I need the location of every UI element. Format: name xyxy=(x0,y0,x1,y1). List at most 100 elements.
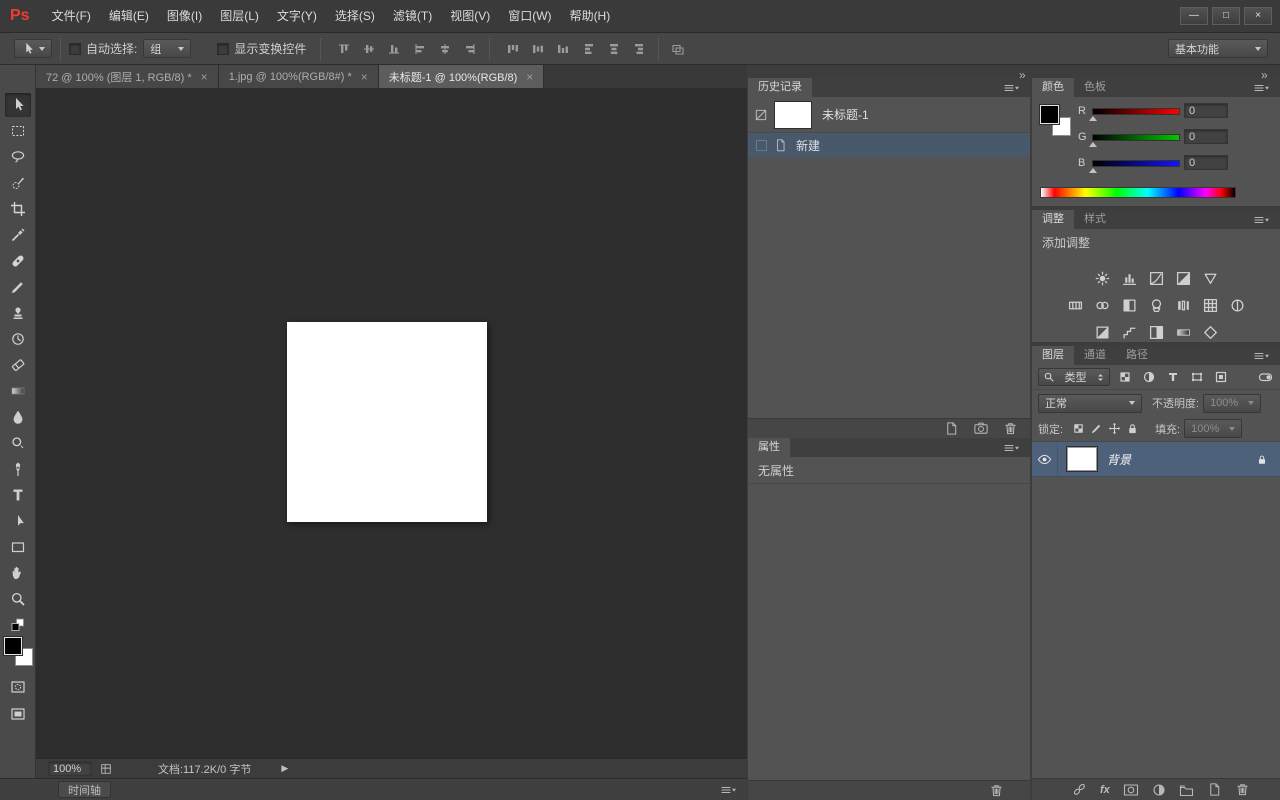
blur-tool[interactable] xyxy=(5,405,31,429)
history-source-checkbox[interactable] xyxy=(756,139,767,151)
close-tab-icon[interactable]: × xyxy=(201,71,208,83)
threshold-icon[interactable] xyxy=(1147,324,1165,340)
auto-align-button[interactable] xyxy=(667,38,689,60)
tool-preset-picker[interactable] xyxy=(14,39,52,58)
slider-thumb[interactable] xyxy=(1089,142,1097,147)
layer-thumbnail[interactable] xyxy=(1067,447,1097,471)
channel-b-value[interactable]: 0 xyxy=(1184,155,1228,170)
history-snapshot-row[interactable]: 未标题-1 xyxy=(748,97,1030,133)
tab-adjustments[interactable]: 调整 xyxy=(1032,210,1074,229)
channel-r-value[interactable]: 0 xyxy=(1184,103,1228,118)
clone-stamp-tool[interactable] xyxy=(5,301,31,325)
delete-button[interactable] xyxy=(989,783,1004,798)
path-selection-tool[interactable] xyxy=(5,509,31,533)
filter-pixel-layers-icon[interactable] xyxy=(1116,368,1134,386)
invert-icon[interactable] xyxy=(1093,324,1111,340)
photo-filter-icon[interactable] xyxy=(1147,297,1165,313)
adjustment-icon[interactable] xyxy=(1228,297,1246,313)
zoom-level-input[interactable]: 100% xyxy=(48,761,92,776)
filter-toggle-icon[interactable] xyxy=(1256,368,1274,386)
selective-color-icon[interactable] xyxy=(1201,324,1219,340)
eyedropper-tool[interactable] xyxy=(5,223,31,247)
auto-select-scope-dropdown[interactable]: 组 xyxy=(143,39,192,58)
levels-icon[interactable] xyxy=(1120,270,1138,286)
menu-help[interactable]: 帮助(H) xyxy=(561,0,620,33)
vibrance-icon[interactable] xyxy=(1201,270,1219,286)
zoom-tool[interactable] xyxy=(5,587,31,611)
slider-thumb[interactable] xyxy=(1089,116,1097,121)
menu-edit[interactable]: 编辑(E) xyxy=(100,0,158,33)
close-tab-icon[interactable]: × xyxy=(361,71,368,83)
layer-row-background[interactable]: 背景 xyxy=(1032,442,1280,477)
foreground-color-swatch[interactable] xyxy=(1040,105,1059,124)
hand-tool[interactable] xyxy=(5,561,31,585)
move-tool[interactable] xyxy=(5,93,31,117)
add-layer-mask-button[interactable] xyxy=(1123,783,1139,797)
status-menu-arrow-icon[interactable]: ▶ xyxy=(281,763,288,774)
new-layer-button[interactable] xyxy=(1207,782,1222,797)
document-tab-2[interactable]: 1.jpg @ 100%(RGB/8#) * × xyxy=(218,65,379,88)
menu-window[interactable]: 窗口(W) xyxy=(499,0,560,33)
filter-type-layers-icon[interactable] xyxy=(1164,368,1182,386)
channel-r-slider[interactable] xyxy=(1092,108,1180,115)
channel-mixer-icon[interactable] xyxy=(1174,297,1192,313)
distribute-left-edges-button[interactable] xyxy=(578,38,600,60)
distribute-right-edges-button[interactable] xyxy=(628,38,650,60)
minimize-button[interactable]: — xyxy=(1180,7,1208,25)
blend-mode-dropdown[interactable]: 正常 xyxy=(1038,393,1142,413)
tab-timeline[interactable]: 时间轴 xyxy=(58,781,111,798)
filter-adjustment-layers-icon[interactable] xyxy=(1140,368,1158,386)
tab-paths[interactable]: 路径 xyxy=(1116,346,1158,365)
distribute-horizontal-centers-button[interactable] xyxy=(603,38,625,60)
close-button[interactable]: × xyxy=(1244,7,1272,25)
align-bottom-edges-button[interactable] xyxy=(383,38,405,60)
history-source-icon[interactable] xyxy=(748,108,774,122)
new-snapshot-button[interactable] xyxy=(973,421,989,436)
quick-selection-tool[interactable] xyxy=(5,171,31,195)
panel-menu-icon[interactable] xyxy=(721,785,737,795)
workspace-switcher[interactable]: 基本功能 xyxy=(1168,39,1268,58)
lasso-tool[interactable] xyxy=(5,145,31,169)
delete-layer-button[interactable] xyxy=(1235,782,1250,797)
channel-g-slider[interactable] xyxy=(1092,134,1180,141)
tab-layers[interactable]: 图层 xyxy=(1032,346,1074,365)
channel-g-value[interactable]: 0 xyxy=(1184,129,1228,144)
exposure-icon[interactable] xyxy=(1174,270,1192,286)
link-layers-button[interactable] xyxy=(1072,782,1087,797)
filter-smart-objects-icon[interactable] xyxy=(1212,368,1230,386)
panel-menu-icon[interactable] xyxy=(1254,351,1270,361)
color-spectrum-ramp[interactable] xyxy=(1040,187,1236,198)
gradient-tool[interactable] xyxy=(5,379,31,403)
filter-shape-layers-icon[interactable] xyxy=(1188,368,1206,386)
tab-history[interactable]: 历史记录 xyxy=(748,78,812,97)
distribute-vertical-centers-button[interactable] xyxy=(527,38,549,60)
history-step-new[interactable]: 新建 xyxy=(748,133,1030,157)
show-transform-checkbox[interactable] xyxy=(217,42,230,55)
menu-image[interactable]: 图像(I) xyxy=(158,0,211,33)
lock-transparency-icon[interactable] xyxy=(1069,421,1087,437)
auto-select-checkbox[interactable] xyxy=(69,42,81,55)
crop-tool[interactable] xyxy=(5,197,31,221)
align-left-edges-button[interactable] xyxy=(409,38,431,60)
opacity-dropdown[interactable]: 100% xyxy=(1203,393,1262,413)
document-canvas[interactable] xyxy=(287,322,487,522)
tab-swatches[interactable]: 色板 xyxy=(1074,78,1116,97)
slider-thumb[interactable] xyxy=(1089,168,1097,173)
new-adjustment-layer-button[interactable] xyxy=(1152,783,1166,797)
layer-filter-type-dropdown[interactable]: 类型 xyxy=(1038,368,1110,386)
panel-menu-icon[interactable] xyxy=(1254,215,1270,225)
menu-type[interactable]: 文字(Y) xyxy=(268,0,326,33)
lock-all-icon[interactable] xyxy=(1123,421,1141,437)
layer-style-button[interactable]: fx xyxy=(1100,784,1110,796)
tab-styles[interactable]: 样式 xyxy=(1074,210,1116,229)
curves-icon[interactable] xyxy=(1147,270,1165,286)
rectangular-marquee-tool[interactable] xyxy=(5,119,31,143)
delete-state-button[interactable] xyxy=(1003,421,1018,436)
panel-menu-icon[interactable] xyxy=(1254,83,1270,93)
maximize-button[interactable]: □ xyxy=(1212,7,1240,25)
screen-mode-tool[interactable] xyxy=(5,702,31,726)
black-white-icon[interactable] xyxy=(1120,297,1138,313)
channel-b-slider[interactable] xyxy=(1092,160,1180,167)
spot-healing-brush-tool[interactable] xyxy=(5,249,31,273)
eraser-tool[interactable] xyxy=(5,353,31,377)
